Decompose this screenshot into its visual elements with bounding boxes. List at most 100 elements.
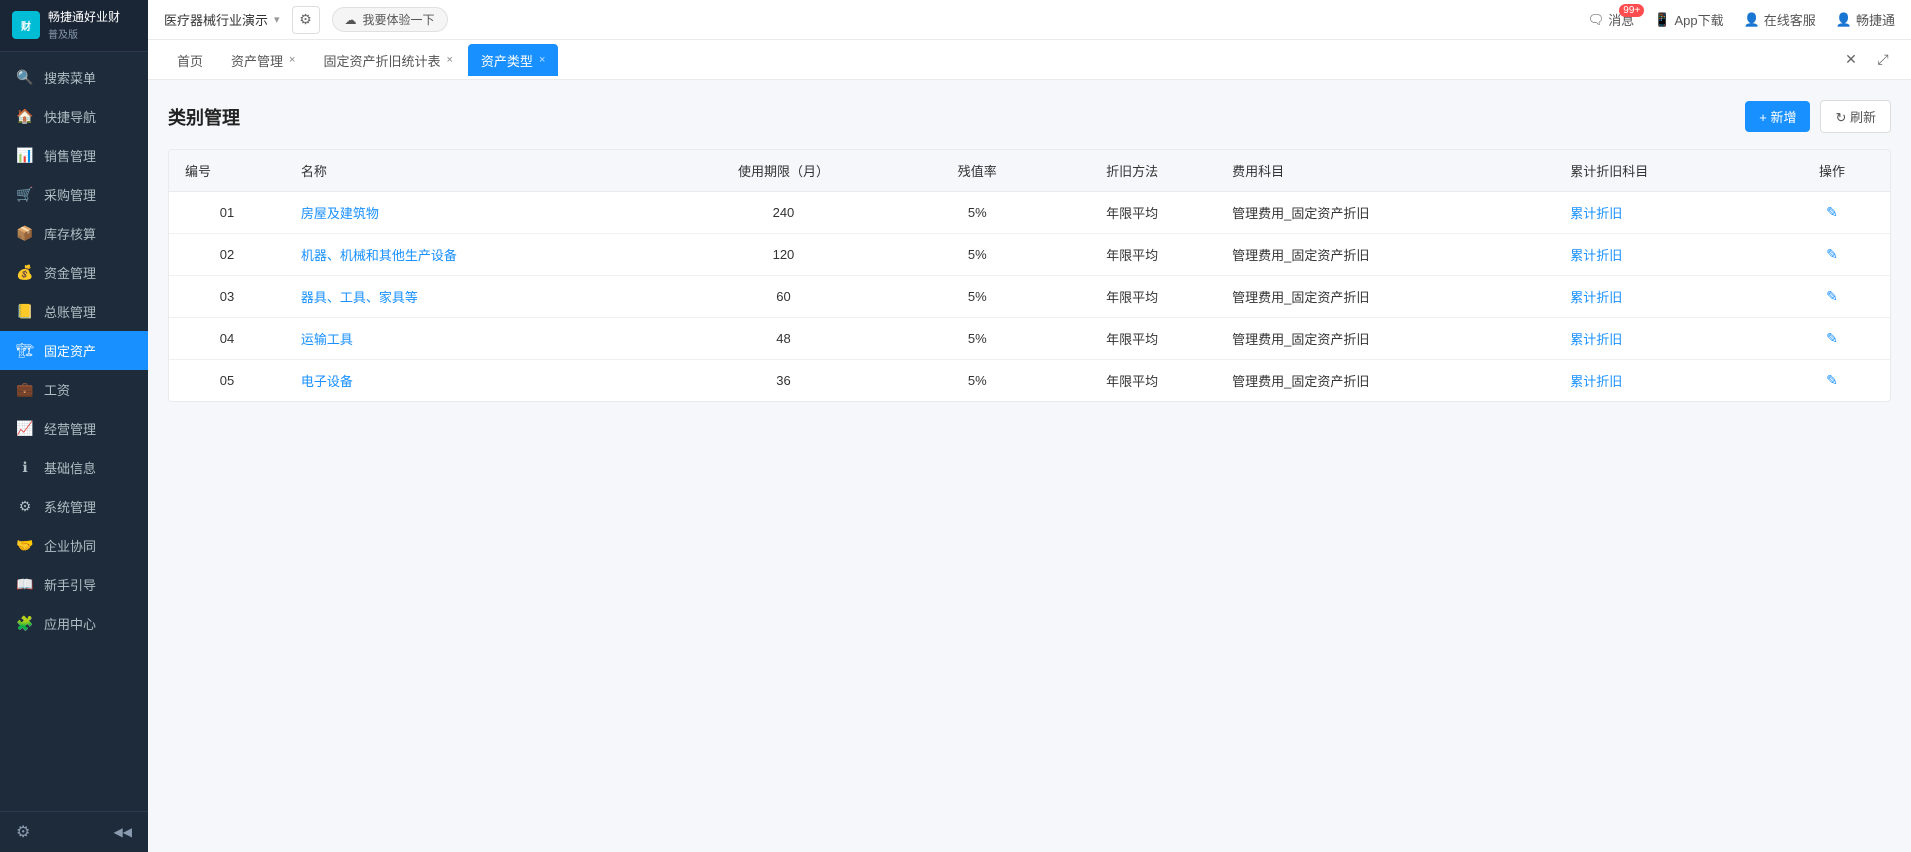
settings-button[interactable]: ⚙ [292, 6, 320, 34]
sidebar-item-label: 销售管理 [44, 146, 96, 165]
inventory-icon: 📦 [16, 224, 34, 242]
sidebar-item-label: 工资 [44, 380, 70, 399]
edit-icon[interactable]: ✎ [1826, 288, 1838, 304]
table-row: 01 房屋及建筑物 240 5% 年限平均 管理费用_固定资产折旧 累计折旧 ✎ [169, 192, 1890, 234]
cell-name[interactable]: 房屋及建筑物 [285, 192, 661, 234]
cell-expense-account: 管理费用_固定资产折旧 [1216, 234, 1554, 276]
maximize-window-button[interactable]: ⤢ [1871, 48, 1895, 72]
sidebar-item-label: 经营管理 [44, 419, 96, 438]
cell-months: 60 [661, 276, 907, 318]
cell-accum-account[interactable]: 累计折旧 [1554, 318, 1774, 360]
cloud-icon: ☁ [345, 13, 357, 27]
sidebar-item-inventory[interactable]: 📦 库存核算 [0, 214, 148, 253]
col-header-action: 操作 [1774, 150, 1890, 192]
tab-固定资产折旧统计表[interactable]: 固定资产折旧统计表× [310, 44, 465, 76]
cell-name[interactable]: 运输工具 [285, 318, 661, 360]
sidebar-item-label: 搜索菜单 [44, 68, 96, 87]
tab-资产类型[interactable]: 资产类型× [468, 44, 558, 76]
capital-icon: 💰 [16, 263, 34, 281]
sidebar-item-purchase[interactable]: 🛒 采购管理 [0, 175, 148, 214]
tab-close-icon[interactable]: × [289, 54, 295, 66]
experience-button[interactable]: ☁ 我要体验一下 [332, 7, 448, 32]
sidebar-item-guide[interactable]: 📖 新手引导 [0, 565, 148, 604]
tab-资产管理[interactable]: 资产管理 × [218, 44, 308, 76]
phone-icon: 📱 [1654, 12, 1670, 28]
new-button[interactable]: + 新增 [1745, 101, 1810, 132]
sidebar-item-payroll[interactable]: 💼 工资 [0, 370, 148, 409]
cell-method: 年限平均 [1048, 276, 1216, 318]
tab-首页[interactable]: 首页 [164, 44, 216, 76]
cell-name[interactable]: 器具、工具、家具等 [285, 276, 661, 318]
cell-accum-account[interactable]: 累计折旧 [1554, 276, 1774, 318]
cell-name[interactable]: 机器、机械和其他生产设备 [285, 234, 661, 276]
table-body: 01 房屋及建筑物 240 5% 年限平均 管理费用_固定资产折旧 累计折旧 ✎… [169, 192, 1890, 402]
table-row: 03 器具、工具、家具等 60 5% 年限平均 管理费用_固定资产折旧 累计折旧… [169, 276, 1890, 318]
sidebar-item-appstore[interactable]: 🧩 应用中心 [0, 604, 148, 643]
sidebar-item-search[interactable]: 🔍 搜索菜单 [0, 58, 148, 97]
edit-icon[interactable]: ✎ [1826, 372, 1838, 388]
sidebar-item-label: 固定资产 [44, 341, 96, 360]
sidebar-nav: 🔍 搜索菜单 🏠 快捷导航 📊 销售管理 🛒 采购管理 📦 库存核算 💰 资金管… [0, 52, 148, 811]
cell-residual: 5% [906, 234, 1048, 276]
cell-accum-account[interactable]: 累计折旧 [1554, 360, 1774, 402]
sidebar-item-basic-info[interactable]: ℹ 基础信息 [0, 448, 148, 487]
company-selector[interactable]: 医疗器械行业演示 ▾ [164, 10, 280, 29]
cell-residual: 5% [906, 318, 1048, 360]
refresh-button[interactable]: ↻ 刷新 [1820, 100, 1891, 133]
payroll-icon: 💼 [16, 380, 34, 398]
fixed-assets-icon: 🏗 [16, 341, 34, 359]
cell-residual: 5% [906, 276, 1048, 318]
category-table-container: 编号名称使用期限（月）残值率折旧方法费用科目累计折旧科目操作 01 房屋及建筑物… [168, 149, 1891, 402]
customer-service-action[interactable]: 👤 在线客服 [1744, 10, 1816, 29]
edit-icon[interactable]: ✎ [1826, 246, 1838, 262]
quick-nav-icon: 🏠 [16, 107, 34, 125]
tab-label: 资产管理 [231, 51, 283, 70]
cell-code: 03 [169, 276, 285, 318]
message-badge: 99+ [1619, 4, 1644, 17]
sidebar-item-system[interactable]: ⚙ 系统管理 [0, 487, 148, 526]
user-action[interactable]: 👤 畅捷通 [1836, 10, 1895, 29]
sidebar-item-ledger[interactable]: 📒 总账管理 [0, 292, 148, 331]
sidebar-item-enterprise[interactable]: 🤝 企业协同 [0, 526, 148, 565]
enterprise-icon: 🤝 [16, 536, 34, 554]
sidebar-footer: ⚙ ◀◀ [0, 811, 148, 852]
app-edition: 普及版 [48, 26, 120, 41]
app-name: 畅捷通好业财 [48, 10, 120, 26]
cell-method: 年限平均 [1048, 234, 1216, 276]
topbar-right: 🗨 消息 99+ 📱 App下载 👤 在线客服 👤 畅捷通 [1588, 10, 1895, 29]
sidebar-header: 财 畅捷通好业财 普及版 [0, 0, 148, 52]
company-name: 医疗器械行业演示 [164, 10, 268, 29]
collapse-icon[interactable]: ◀◀ [114, 825, 132, 839]
sidebar-item-sales[interactable]: 📊 销售管理 [0, 136, 148, 175]
sidebar-item-label: 新手引导 [44, 575, 96, 594]
tab-close-icon[interactable]: × [539, 54, 545, 66]
cell-accum-account[interactable]: 累计折旧 [1554, 192, 1774, 234]
cell-action: ✎ [1774, 318, 1890, 360]
edit-icon[interactable]: ✎ [1826, 330, 1838, 346]
experience-label: 我要体验一下 [363, 11, 435, 28]
cell-expense-account: 管理费用_固定资产折旧 [1216, 276, 1554, 318]
col-header-code: 编号 [169, 150, 285, 192]
sidebar-item-operations[interactable]: 📈 经营管理 [0, 409, 148, 448]
sidebar: 财 畅捷通好业财 普及版 🔍 搜索菜单 🏠 快捷导航 📊 销售管理 🛒 采购管理… [0, 0, 148, 852]
tab-close-icon[interactable]: × [446, 54, 452, 66]
table-row: 05 电子设备 36 5% 年限平均 管理费用_固定资产折旧 累计折旧 ✎ [169, 360, 1890, 402]
settings-icon[interactable]: ⚙ [16, 822, 30, 842]
topbar: 医疗器械行业演示 ▾ ⚙ ☁ 我要体验一下 🗨 消息 99+ 📱 App下载 👤… [148, 0, 1911, 40]
close-window-button[interactable]: ✕ [1839, 48, 1863, 72]
sidebar-item-fixed-assets[interactable]: 🏗 固定资产 [0, 331, 148, 370]
search-icon: 🔍 [16, 68, 34, 86]
guide-icon: 📖 [16, 575, 34, 593]
app-logo: 财 [12, 11, 40, 39]
tab-label: 首页 [177, 51, 203, 70]
edit-icon[interactable]: ✎ [1826, 204, 1838, 220]
col-header-name: 名称 [285, 150, 661, 192]
cell-name[interactable]: 电子设备 [285, 360, 661, 402]
tabs-bar: 首页资产管理×固定资产折旧统计表×资产类型× ✕ ⤢ [148, 40, 1911, 80]
message-action[interactable]: 🗨 消息 99+ [1588, 10, 1635, 29]
cell-accum-account[interactable]: 累计折旧 [1554, 234, 1774, 276]
sidebar-item-capital[interactable]: 💰 资金管理 [0, 253, 148, 292]
ledger-icon: 📒 [16, 302, 34, 320]
sidebar-item-quick-nav[interactable]: 🏠 快捷导航 [0, 97, 148, 136]
app-download-action[interactable]: 📱 App下载 [1654, 10, 1723, 29]
